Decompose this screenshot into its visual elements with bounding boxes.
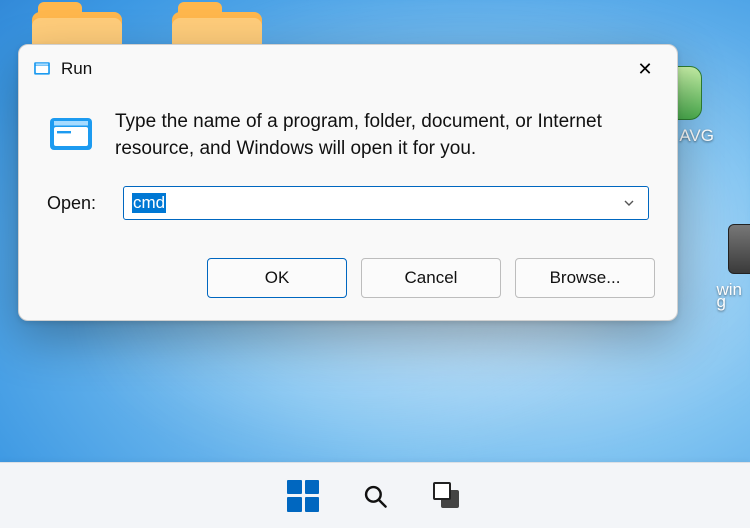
ok-button[interactable]: OK: [207, 258, 347, 298]
open-combobox[interactable]: cmd: [123, 186, 649, 220]
windows-logo-icon: [287, 480, 319, 512]
desktop-icon-label-avg: AVG: [679, 126, 714, 146]
run-app-icon: [33, 60, 51, 78]
open-field-label: Open:: [47, 193, 107, 214]
open-combobox-dropdown-button[interactable]: [618, 187, 640, 219]
cancel-button[interactable]: Cancel: [361, 258, 501, 298]
taskview-icon: [433, 482, 461, 510]
ok-button-label: OK: [265, 268, 290, 288]
browse-button[interactable]: Browse...: [515, 258, 655, 298]
start-button[interactable]: [281, 474, 325, 518]
chevron-down-icon: [623, 197, 635, 209]
browse-button-label: Browse...: [550, 268, 621, 288]
desktop-thumbnail-icon[interactable]: [728, 224, 750, 274]
close-icon: ✕: [637, 60, 652, 78]
taskview-button[interactable]: [425, 474, 469, 518]
dialog-description: Type the name of a program, folder, docu…: [115, 109, 649, 162]
open-input[interactable]: cmd: [132, 187, 618, 219]
close-button[interactable]: ✕: [627, 55, 663, 83]
taskbar-search-button[interactable]: [353, 474, 397, 518]
cancel-button-label: Cancel: [405, 268, 458, 288]
taskbar: [0, 462, 750, 528]
dialog-button-row: OK Cancel Browse...: [19, 228, 677, 320]
dialog-title: Run: [61, 59, 627, 79]
desktop-icon-label-suffix: g: [717, 292, 726, 312]
run-dialog: Run ✕ Type the name of a program, folder…: [18, 44, 678, 321]
search-icon: [362, 483, 388, 509]
run-large-icon: [47, 111, 95, 159]
open-input-value: cmd: [132, 193, 166, 213]
dialog-titlebar[interactable]: Run ✕: [19, 45, 677, 91]
